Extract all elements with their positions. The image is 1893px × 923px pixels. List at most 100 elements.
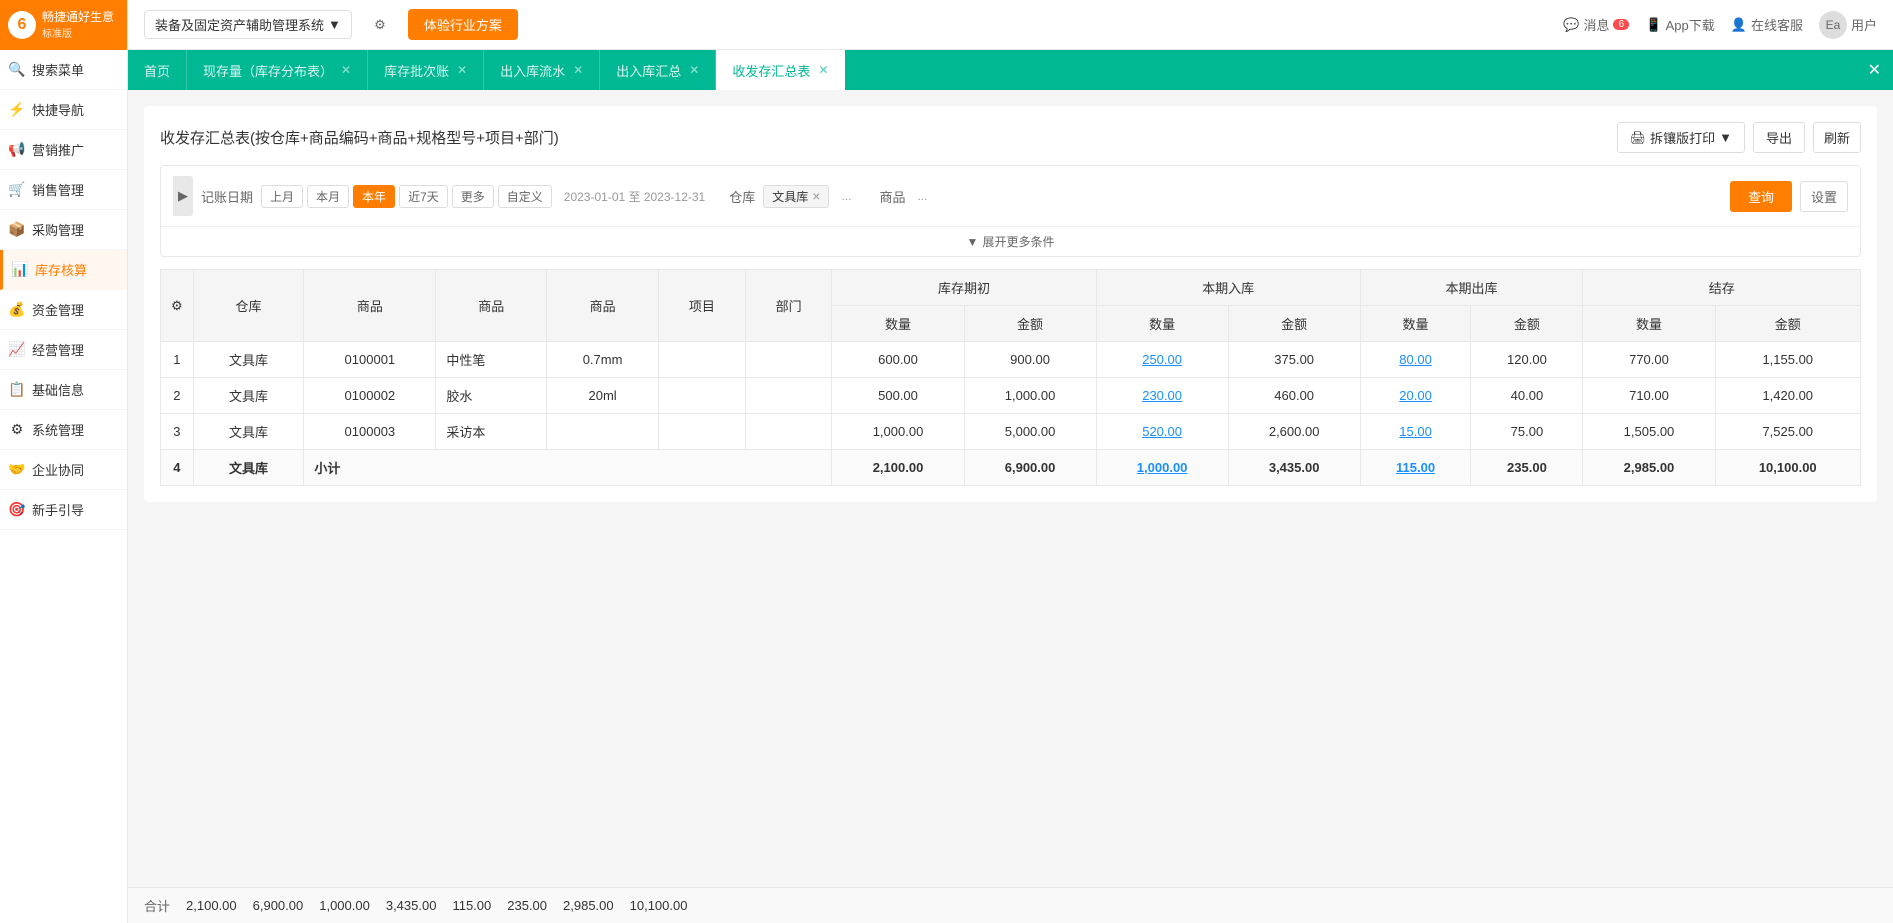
date-btn-last-month[interactable]: 上月 [261, 185, 303, 208]
messages-badge: 6 [1613, 19, 1629, 30]
cell-warehouse: 文具库 [193, 342, 304, 378]
table-row: 1 文具库 0100001 中性笔 0.7mm 600.00 900.00 25… [161, 342, 1861, 378]
cell-out-qty[interactable]: 15.00 [1360, 414, 1471, 450]
tab-close-icon[interactable]: ✕ [689, 63, 699, 77]
user-avatar: Ea [1819, 11, 1847, 39]
handshake-icon: 🤝 [8, 461, 26, 479]
messages-btn[interactable]: 💬 消息 6 [1563, 15, 1629, 34]
sidebar-item-purchase[interactable]: 📦 采购管理 [0, 210, 127, 250]
table-row: 2 文具库 0100002 胶水 20ml 500.00 1,000.00 23… [161, 378, 1861, 414]
th-in-qty: 数量 [1096, 306, 1228, 342]
sidebar-item-quick-nav[interactable]: ⚡ 快捷导航 [0, 90, 127, 130]
app-download-btn[interactable]: 📱 App下载 [1645, 15, 1714, 34]
sidebar-item-marketing[interactable]: 📢 营销推广 [0, 130, 127, 170]
sidebar-item-basic-info[interactable]: 📋 基础信息 [0, 370, 127, 410]
sidebar: 6 畅捷通好生意 标准版 🔍 搜索菜单 ⚡ 快捷导航 📢 营销推广 🛒 销售管理… [0, 0, 128, 923]
date-btn-7days[interactable]: 近7天 [399, 185, 448, 208]
tabbar-close-button[interactable]: ✕ [1856, 60, 1893, 80]
cell-out-qty[interactable]: 20.00 [1360, 378, 1471, 414]
sidebar-item-search-menu[interactable]: 🔍 搜索菜单 [0, 50, 127, 90]
query-button[interactable]: 查询 [1730, 181, 1792, 212]
sidebar-item-label: 快捷导航 [32, 100, 84, 119]
th-project: 项目 [659, 270, 746, 342]
date-btn-this-year[interactable]: 本年 [353, 185, 395, 208]
sidebar-item-label: 库存核算 [35, 260, 87, 279]
cell-close-qty: 710.00 [1583, 378, 1715, 414]
sidebar-item-label: 销售管理 [32, 180, 84, 199]
system-selector[interactable]: 装备及固定资产辅助管理系统 ▼ [144, 10, 352, 39]
trending-icon: 📈 [8, 341, 26, 359]
cell-no: 4 [161, 450, 194, 486]
warehouse-more-btn[interactable]: ... [837, 187, 855, 205]
expand-more-btn[interactable]: ▼ 展开更多条件 [161, 226, 1860, 256]
cell-in-qty[interactable]: 230.00 [1096, 378, 1228, 414]
tab-inventory-dist[interactable]: 现存量（库存分布表） ✕ [187, 50, 368, 90]
sidebar-item-operation[interactable]: 📈 经营管理 [0, 330, 127, 370]
tab-label: 库存批次账 [384, 61, 449, 80]
tab-label: 出入库流水 [500, 61, 565, 80]
sidebar-item-sales[interactable]: 🛒 销售管理 [0, 170, 127, 210]
tab-batch[interactable]: 库存批次账 ✕ [368, 50, 484, 90]
cell-close-qty: 770.00 [1583, 342, 1715, 378]
cell-out-qty[interactable]: 80.00 [1360, 342, 1471, 378]
date-btn-this-month[interactable]: 本月 [307, 185, 349, 208]
sidebar-item-guide[interactable]: 🎯 新手引导 [0, 490, 127, 530]
tab-close-icon[interactable]: ✕ [573, 63, 583, 77]
th-out-group: 本期出库 [1360, 270, 1583, 306]
filter-collapse-btn[interactable]: ▶ [173, 176, 193, 216]
tab-home[interactable]: 首页 [128, 50, 187, 90]
warehouse-filter-tag: 文具库 × [763, 185, 829, 208]
tab-label: 收发存汇总表 [732, 61, 810, 80]
refresh-button[interactable]: 刷新 [1813, 122, 1861, 153]
data-table: ⚙ 仓库 商品 商品 商品 项目 部门 库存期初 本期入库 本期出库 结存 [160, 269, 1861, 486]
goods-more-btn[interactable]: ... [913, 187, 931, 205]
cell-dept [745, 414, 832, 450]
date-btn-more[interactable]: 更多 [452, 185, 494, 208]
sidebar-item-finance[interactable]: 💰 资金管理 [0, 290, 127, 330]
sidebar-item-system[interactable]: ⚙ 系统管理 [0, 410, 127, 450]
footer-out-amt: 235.00 [507, 898, 547, 913]
cell-warehouse: 文具库 [193, 378, 304, 414]
sidebar-item-label: 基础信息 [32, 380, 84, 399]
th-in-amount: 金额 [1228, 306, 1360, 342]
cell-in-qty[interactable]: 1,000.00 [1096, 450, 1228, 486]
page-card: 收发存汇总表(按仓库+商品编码+商品+规格型号+项目+部门) 🖨 拆镶版打印 ▼… [144, 106, 1877, 502]
cell-close-amt: 7,525.00 [1715, 414, 1861, 450]
warehouse-tag-close-icon[interactable]: × [812, 189, 820, 203]
th-department: 部门 [745, 270, 832, 342]
tab-close-icon[interactable]: ✕ [818, 63, 828, 77]
th-opening-group: 库存期初 [832, 270, 1096, 306]
sidebar-item-inventory[interactable]: 📊 库存核算 [0, 250, 127, 290]
print-icon: 🖨 [1630, 130, 1647, 146]
tab-close-icon[interactable]: ✕ [341, 63, 351, 77]
date-btn-custom[interactable]: 自定义 [498, 185, 552, 208]
app-download-label: App下载 [1666, 15, 1715, 34]
export-button[interactable]: 导出 [1753, 122, 1805, 153]
cell-out-qty[interactable]: 115.00 [1360, 450, 1471, 486]
online-service-btn[interactable]: 👤 在线客服 [1731, 15, 1803, 34]
cell-in-qty[interactable]: 250.00 [1096, 342, 1228, 378]
megaphone-icon: 📢 [8, 141, 26, 159]
column-settings-button[interactable]: 设置 [1800, 181, 1848, 212]
user-menu-btn[interactable]: Ea 用户 [1819, 11, 1877, 39]
trial-button[interactable]: 体验行业方案 [408, 9, 518, 40]
gear-icon[interactable]: ⚙ [171, 298, 183, 313]
sidebar-item-enterprise[interactable]: 🤝 企业协同 [0, 450, 127, 490]
service-icon: 👤 [1731, 17, 1747, 33]
header-btn-area: 🖨 拆镶版打印 ▼ 导出 刷新 [1617, 122, 1861, 153]
cell-dept [745, 342, 832, 378]
cell-in-qty[interactable]: 520.00 [1096, 414, 1228, 450]
print-button[interactable]: 🖨 拆镶版打印 ▼ [1617, 122, 1745, 153]
cell-close-amt: 1,155.00 [1715, 342, 1861, 378]
tab-receive-summary[interactable]: 收发存汇总表 ✕ [716, 50, 845, 90]
tab-inout-summary[interactable]: 出入库汇总 ✕ [600, 50, 716, 90]
settings-icon-btn[interactable]: ⚙ [364, 9, 396, 41]
tab-inout-flow[interactable]: 出入库流水 ✕ [484, 50, 600, 90]
th-opening-qty: 数量 [832, 306, 964, 342]
cell-out-amt: 75.00 [1471, 414, 1583, 450]
sidebar-item-label: 搜索菜单 [32, 60, 84, 79]
tab-close-icon[interactable]: ✕ [457, 63, 467, 77]
cell-spec: 20ml [547, 378, 659, 414]
chart-icon: 📊 [11, 261, 29, 279]
th-goods-spec: 商品 [547, 270, 659, 342]
